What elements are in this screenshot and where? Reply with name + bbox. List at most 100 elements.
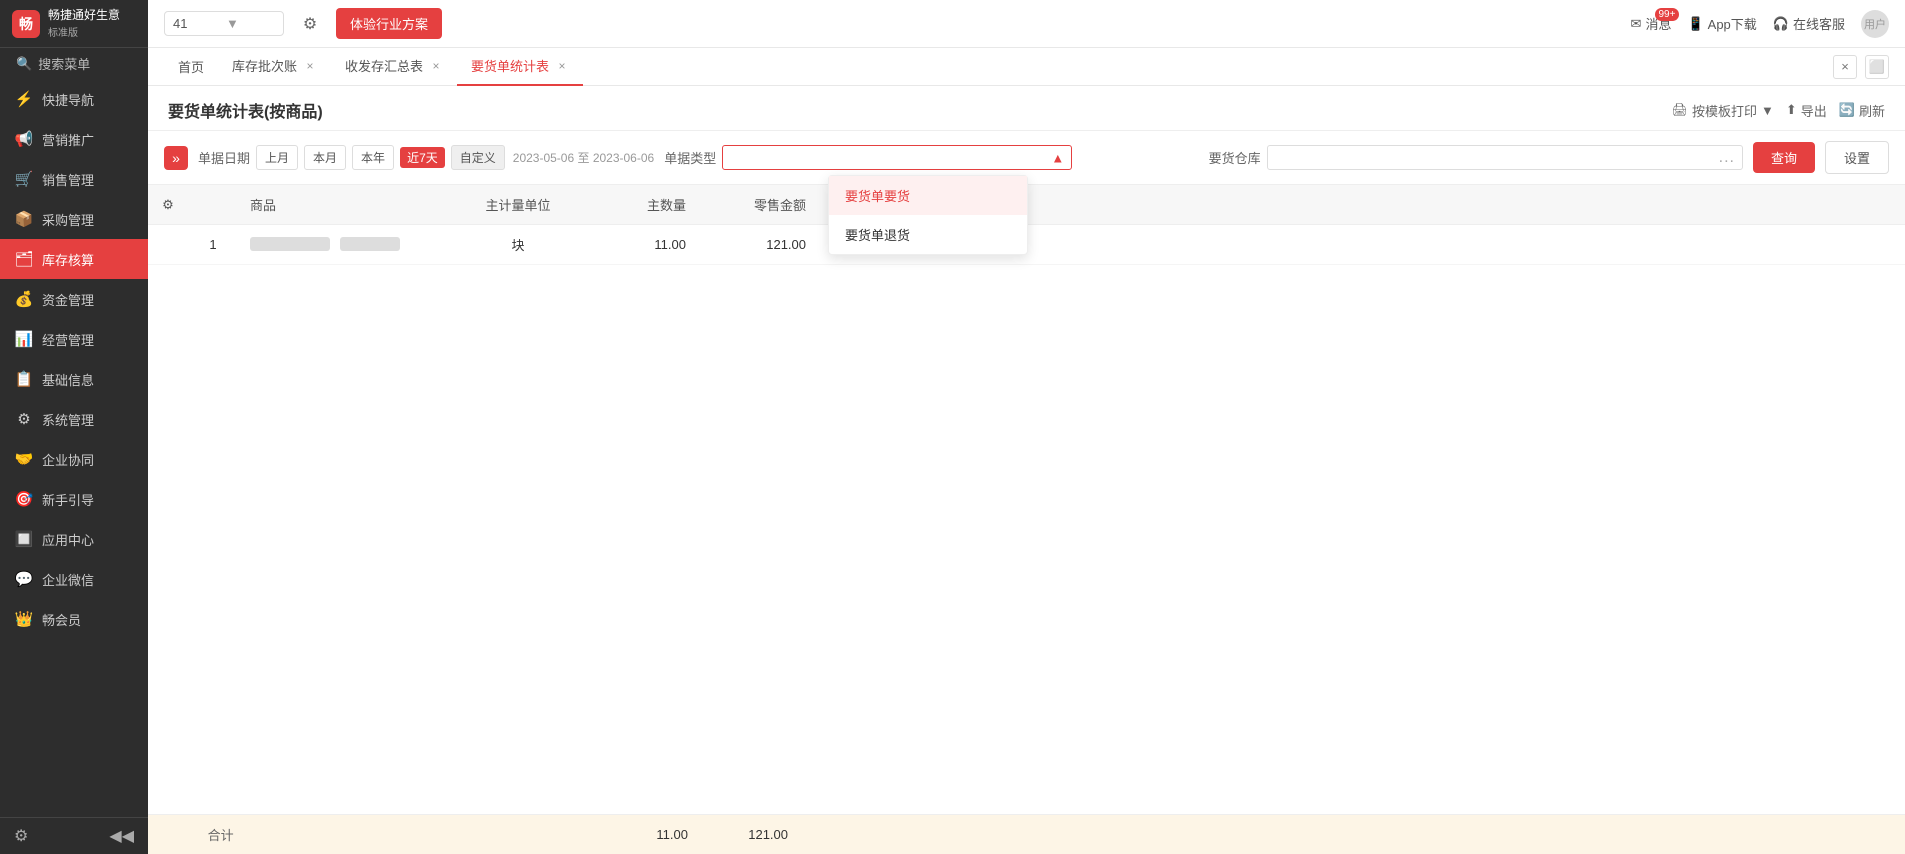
sidebar-item-label: 营销推广 bbox=[42, 130, 94, 149]
sidebar-search-label: 搜索菜单 bbox=[38, 54, 90, 73]
main-area: 41 ▼ ⚙ 体验行业方案 ✉ 消息 99+ 📱 App下载 🎧 在线客服 用户 bbox=[148, 0, 1905, 854]
logo-title: 畅捷通好生意 bbox=[48, 8, 120, 24]
sidebar-item-label: 企业协同 bbox=[42, 450, 94, 469]
date-filter-group: 单据日期 上月 本月 本年 近7天 自定义 2023-05-06 至 2023-… bbox=[198, 145, 654, 170]
user-avatar[interactable]: 用户 bbox=[1861, 10, 1889, 38]
sidebar-item-member[interactable]: 👑 畅会员 bbox=[0, 599, 148, 639]
tabbar: 首页 库存批次账 × 收发存汇总表 × 要货单统计表 × × ⬜ bbox=[148, 48, 1905, 86]
finance-icon: 💰 bbox=[14, 289, 34, 309]
dropdown-item-requisition[interactable]: 要货单要货 bbox=[829, 176, 1027, 215]
operations-icon: 📊 bbox=[14, 329, 34, 349]
date-last-month-button[interactable]: 上月 bbox=[256, 145, 298, 170]
row-unit: 块 bbox=[458, 225, 578, 265]
topbar: 41 ▼ ⚙ 体验行业方案 ✉ 消息 99+ 📱 App下载 🎧 在线客服 用户 bbox=[148, 0, 1905, 48]
tab-close-all-button[interactable]: × bbox=[1833, 55, 1857, 79]
type-filter-input[interactable] bbox=[722, 145, 1072, 170]
sidebar-item-label: 系统管理 bbox=[42, 410, 94, 429]
warehouse-dots-icon[interactable]: ... bbox=[1719, 149, 1735, 167]
sidebar-item-label: 库存核算 bbox=[42, 250, 94, 269]
sidebar-item-app-center[interactable]: 🔲 应用中心 bbox=[0, 519, 148, 559]
footer-label-text: 合计 bbox=[208, 828, 234, 843]
tab-receive-summary[interactable]: 收发存汇总表 × bbox=[331, 48, 457, 86]
row-quantity: 11.00 bbox=[578, 225, 698, 265]
tab-requisition-stats-close[interactable]: × bbox=[555, 59, 569, 73]
warehouse-filter-input[interactable] bbox=[1267, 145, 1743, 170]
online-service-button[interactable]: 🎧 在线客服 bbox=[1773, 14, 1845, 33]
dropdown-item-return[interactable]: 要货单退货 bbox=[829, 215, 1027, 254]
sidebar-item-label: 新手引导 bbox=[42, 490, 94, 509]
filter-bar: » 单据日期 上月 本月 本年 近7天 自定义 2023-05-06 至 202… bbox=[148, 131, 1905, 185]
sidebar-item-label: 快捷导航 bbox=[42, 90, 94, 109]
col-rownum bbox=[188, 185, 238, 225]
export-button[interactable]: ⬆ 导出 bbox=[1786, 101, 1827, 120]
footer-settings-icon[interactable]: ⚙ bbox=[14, 826, 28, 846]
topbar-settings-icon[interactable]: ⚙ bbox=[296, 10, 324, 38]
app-center-icon: 🔲 bbox=[14, 529, 34, 549]
col-settings[interactable]: ⚙ bbox=[148, 185, 188, 225]
row-settings bbox=[148, 225, 188, 265]
sidebar-item-quick-nav[interactable]: ⚡ 快捷导航 bbox=[0, 79, 148, 119]
export-icon: ⬆ bbox=[1786, 102, 1797, 118]
sidebar-item-guide[interactable]: 🎯 新手引导 bbox=[0, 479, 148, 519]
app-download-button[interactable]: 📱 App下载 bbox=[1687, 14, 1756, 33]
service-icon: 🎧 bbox=[1773, 16, 1789, 32]
tab-requisition-stats[interactable]: 要货单统计表 × bbox=[457, 48, 583, 86]
sidebar-search[interactable]: 🔍 搜索菜单 bbox=[0, 48, 148, 79]
marketing-icon: 📢 bbox=[14, 129, 34, 149]
sidebar-item-marketing[interactable]: 📢 营销推广 bbox=[0, 119, 148, 159]
sidebar-item-operations[interactable]: 📊 经营管理 bbox=[0, 319, 148, 359]
online-service-label: 在线客服 bbox=[1793, 14, 1845, 33]
footer-collapse-icon[interactable]: ◀◀ bbox=[109, 826, 134, 846]
tab-expand-button[interactable]: ⬜ bbox=[1865, 55, 1889, 79]
footer-quantity: 11.00 bbox=[580, 827, 700, 842]
basic-info-icon: 📋 bbox=[14, 369, 34, 389]
tab-batch-account-close[interactable]: × bbox=[303, 59, 317, 73]
row-amount: 121.00 bbox=[698, 225, 818, 265]
tab-batch-account[interactable]: 库存批次账 × bbox=[218, 48, 331, 86]
trial-button[interactable]: 体验行业方案 bbox=[336, 8, 442, 39]
messages-button[interactable]: ✉ 消息 99+ bbox=[1631, 14, 1672, 33]
date-7days-tag[interactable]: 近7天 bbox=[400, 147, 445, 168]
sidebar-item-wechat[interactable]: 💬 企业微信 bbox=[0, 559, 148, 599]
sidebar-item-system[interactable]: ⚙ 系统管理 bbox=[0, 399, 148, 439]
app-download-label: App下载 bbox=[1708, 14, 1757, 33]
topbar-right: ✉ 消息 99+ 📱 App下载 🎧 在线客服 用户 bbox=[1631, 10, 1889, 38]
message-icon: ✉ bbox=[1631, 16, 1642, 32]
cooperation-icon: 🤝 bbox=[14, 449, 34, 469]
sidebar-item-basic-info[interactable]: 📋 基础信息 bbox=[0, 359, 148, 399]
tab-home[interactable]: 首页 bbox=[164, 57, 218, 76]
sidebar-item-cooperation[interactable]: 🤝 企业协同 bbox=[0, 439, 148, 479]
warehouse-filter-group: 要货仓库 ... bbox=[1209, 145, 1743, 170]
guide-icon: 🎯 bbox=[14, 489, 34, 509]
date-this-month-button[interactable]: 本月 bbox=[304, 145, 346, 170]
sidebar-item-sales[interactable]: 🛒 销售管理 bbox=[0, 159, 148, 199]
sidebar-item-inventory[interactable]: 🗂 库存核算 bbox=[0, 239, 148, 279]
type-filter-group: 单据类型 ▲ bbox=[664, 145, 1198, 170]
refresh-button[interactable]: 🔄 刷新 bbox=[1839, 101, 1885, 120]
type-input-wrap: ▲ bbox=[722, 145, 1072, 170]
print-template-button[interactable]: 🖨 按模板打印 ▼ bbox=[1671, 101, 1773, 120]
filter-expand-button[interactable]: » bbox=[164, 146, 188, 170]
system-icon: ⚙ bbox=[14, 409, 34, 429]
sidebar-item-label: 基础信息 bbox=[42, 370, 94, 389]
warehouse-filter-label: 要货仓库 bbox=[1209, 148, 1261, 167]
date-custom-button[interactable]: 自定义 bbox=[451, 145, 505, 170]
col-unit: 主计量单位 bbox=[458, 185, 578, 225]
filter-settings-button[interactable]: 设置 bbox=[1825, 141, 1889, 174]
company-selector-value: 41 bbox=[173, 16, 222, 31]
footer-amount: 121.00 bbox=[700, 827, 800, 842]
sidebar-item-purchase[interactable]: 📦 采购管理 bbox=[0, 199, 148, 239]
date-this-year-button[interactable]: 本年 bbox=[352, 145, 394, 170]
query-button[interactable]: 查询 bbox=[1753, 142, 1815, 173]
print-chevron-icon: ▼ bbox=[1761, 103, 1774, 118]
messages-badge: 99+ bbox=[1655, 8, 1680, 21]
type-filter-arrow-icon[interactable]: ▲ bbox=[1051, 150, 1064, 165]
tab-receive-summary-label: 收发存汇总表 bbox=[345, 56, 423, 75]
logo-text-wrap: 畅捷通好生意 标准版 bbox=[48, 8, 120, 39]
company-selector[interactable]: 41 ▼ bbox=[164, 11, 284, 36]
footer-total-label: 合计 bbox=[160, 825, 400, 844]
selector-arrow-icon: ▼ bbox=[226, 16, 275, 31]
type-filter-label: 单据类型 bbox=[664, 148, 716, 167]
tab-receive-summary-close[interactable]: × bbox=[429, 59, 443, 73]
sidebar-item-finance[interactable]: 💰 资金管理 bbox=[0, 279, 148, 319]
